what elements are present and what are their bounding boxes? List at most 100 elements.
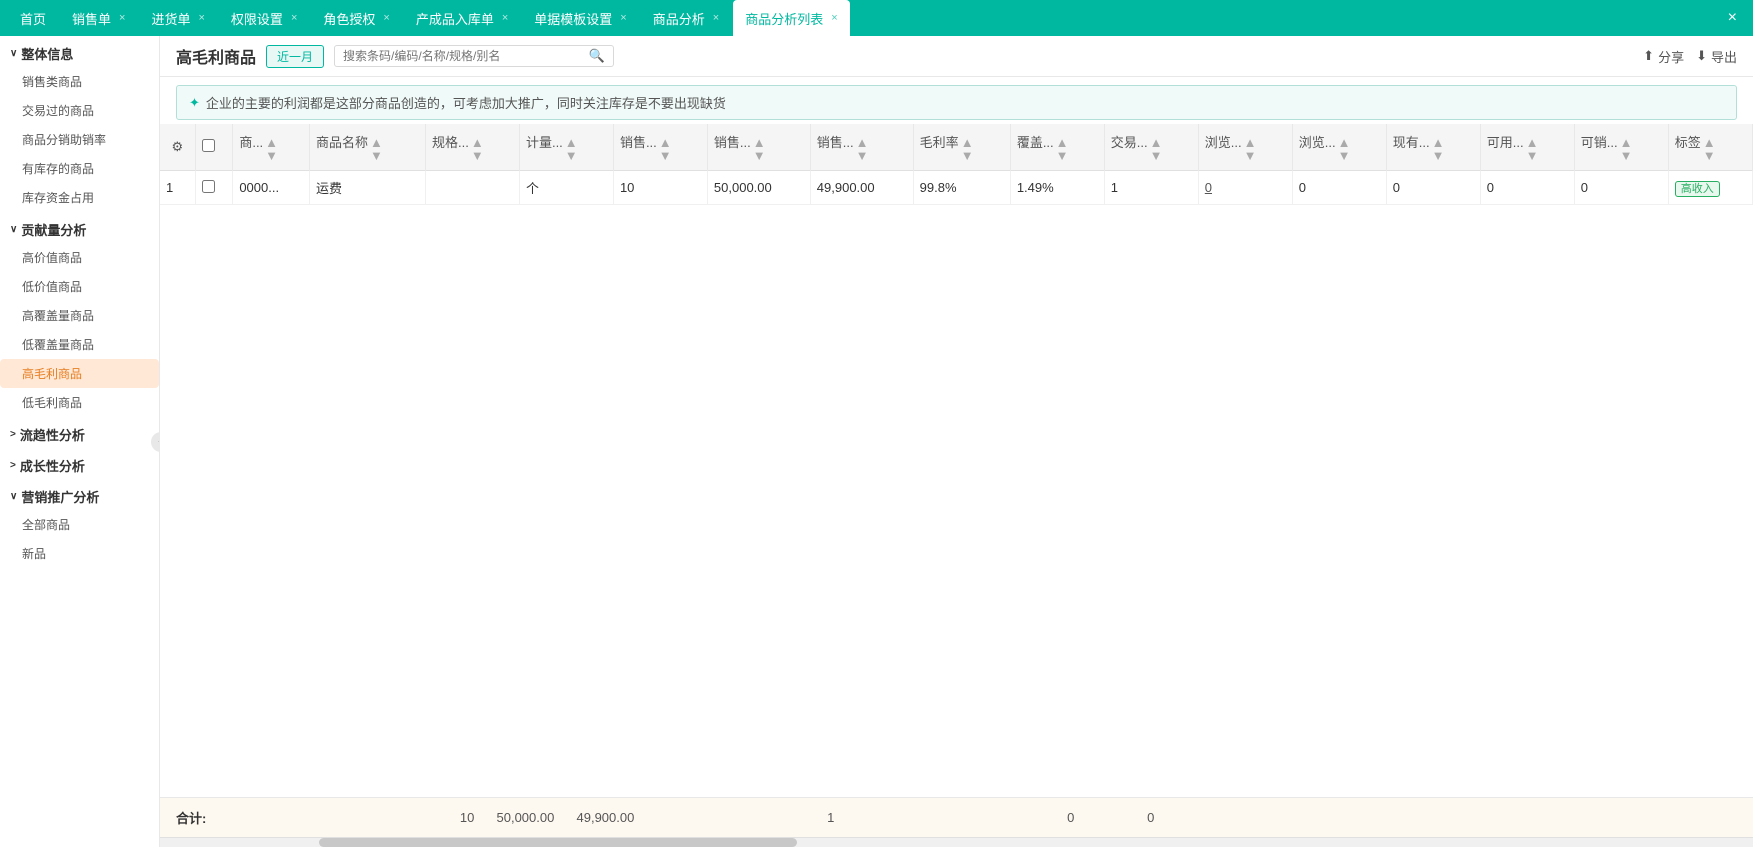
group-arrow-1: ∨	[10, 224, 17, 235]
group-arrow-0: ∨	[10, 48, 17, 59]
sidebar-group-2[interactable]: >流趋性分析	[0, 417, 159, 448]
column-header-sellable[interactable]: 可销...▲▼	[1574, 124, 1668, 171]
nav-tab-7[interactable]: 商品分析×	[641, 0, 731, 36]
sidebar-item-1-0[interactable]: 高价值商品	[0, 243, 159, 272]
nav-tab-close-5[interactable]: ×	[502, 12, 508, 24]
tag-badge: 高收入	[1675, 181, 1720, 197]
nav-tab-close-2[interactable]: ×	[198, 12, 204, 24]
cell-gross_margin: 99.8%	[913, 171, 1010, 205]
nav-tab-4[interactable]: 角色授权×	[311, 0, 401, 36]
sidebar: « ∨整体信息销售类商品交易过的商品商品分销助销率有库存的商品库存资金占用∨贡献…	[0, 36, 160, 847]
nav-tab-close-1[interactable]: ×	[119, 12, 125, 24]
footer-summary: 合计: 10 50,000.00 49,900.00 1 0 0	[160, 797, 1753, 837]
sidebar-item-0-3[interactable]: 有库存的商品	[0, 154, 159, 183]
nav-tab-0[interactable]: 首页	[8, 0, 58, 36]
column-header-settings[interactable]: ⚙	[160, 124, 195, 171]
row-checkbox[interactable]	[202, 180, 215, 193]
nav-tab-3[interactable]: 权限设置×	[219, 0, 309, 36]
summary-available: 0	[1082, 810, 1162, 825]
column-header-unit[interactable]: 计量...▲▼	[519, 124, 613, 171]
window-close-button[interactable]: ×	[1720, 9, 1745, 27]
cell-current_stock: 0	[1386, 171, 1480, 205]
summary-transaction: 1	[762, 810, 842, 825]
column-header-tag[interactable]: 标签▲▼	[1668, 124, 1752, 171]
cell-available: 0	[1480, 171, 1574, 205]
info-icon: ✦	[189, 95, 200, 111]
sidebar-item-0-2[interactable]: 商品分销助销率	[0, 125, 159, 154]
column-header-code[interactable]: 商...▲▼	[233, 124, 310, 171]
cell-checkbox	[195, 171, 233, 205]
cell-sales_qty: 10	[613, 171, 707, 205]
column-header-sales_profit[interactable]: 销售...▲▼	[810, 124, 913, 171]
cell-sales_amt: 50,000.00	[707, 171, 810, 205]
sidebar-item-1-3[interactable]: 低覆盖量商品	[0, 330, 159, 359]
column-header-name[interactable]: 商品名称▲▼	[309, 124, 425, 171]
column-header-sales_amt[interactable]: 销售...▲▼	[707, 124, 810, 171]
cell-spec	[425, 171, 519, 205]
sidebar-item-4-0[interactable]: 全部商品	[0, 510, 159, 539]
sidebar-group-3[interactable]: >成长性分析	[0, 448, 159, 479]
export-icon: ⬇	[1696, 48, 1707, 64]
group-arrow-2: >	[10, 429, 16, 440]
share-icon: ⬆	[1643, 48, 1654, 64]
column-header-checkbox[interactable]	[195, 124, 233, 171]
header-actions: ⬆ 分享 ⬇ 导出	[1643, 47, 1737, 66]
filter-recent-month-button[interactable]: 近一月	[266, 45, 324, 68]
sidebar-item-0-0[interactable]: 销售类商品	[0, 67, 159, 96]
column-header-browse1[interactable]: 浏览...▲▼	[1198, 124, 1292, 171]
cell-index: 1	[160, 171, 195, 205]
settings-icon[interactable]: ⚙	[171, 139, 183, 154]
column-header-transaction[interactable]: 交易...▲▼	[1104, 124, 1198, 171]
cell-tag: 高收入	[1668, 171, 1752, 205]
sidebar-item-4-1[interactable]: 新品	[0, 539, 159, 568]
column-header-coverage[interactable]: 覆盖...▲▼	[1010, 124, 1104, 171]
select-all-checkbox[interactable]	[202, 139, 215, 152]
sidebar-item-1-2[interactable]: 高覆盖量商品	[0, 301, 159, 330]
column-header-current_stock[interactable]: 现有...▲▼	[1386, 124, 1480, 171]
group-arrow-4: ∨	[10, 491, 17, 502]
nav-tab-close-3[interactable]: ×	[291, 12, 297, 24]
sidebar-item-1-5[interactable]: 低毛利商品	[0, 388, 159, 417]
column-header-available[interactable]: 可用...▲▼	[1480, 124, 1574, 171]
cell-transaction: 1	[1104, 171, 1198, 205]
search-icon[interactable]: 🔍	[589, 48, 605, 64]
sidebar-item-1-1[interactable]: 低价值商品	[0, 272, 159, 301]
column-header-gross_margin[interactable]: 毛利率▲▼	[913, 124, 1010, 171]
search-box: 🔍	[334, 45, 614, 67]
group-arrow-3: >	[10, 460, 16, 471]
nav-tab-2[interactable]: 进货单×	[139, 0, 216, 36]
nav-tab-1[interactable]: 销售单×	[60, 0, 137, 36]
column-header-browse2[interactable]: 浏览...▲▼	[1292, 124, 1386, 171]
sidebar-item-1-4[interactable]: 高毛利商品	[0, 359, 159, 388]
nav-tab-close-4[interactable]: ×	[383, 12, 389, 24]
nav-tab-8[interactable]: 商品分析列表×	[733, 0, 849, 36]
page-title: 高毛利商品	[176, 44, 256, 68]
info-banner: ✦ 企业的主要的利润都是这部分商品创造的，可考虑加大推广，同时关注库存是不要出现…	[176, 85, 1737, 120]
share-button[interactable]: ⬆ 分享	[1643, 47, 1684, 66]
summary-sales-profit: 49,900.00	[562, 810, 642, 825]
nav-tab-6[interactable]: 单据模板设置×	[522, 0, 638, 36]
nav-tab-close-6[interactable]: ×	[620, 12, 626, 24]
top-navigation: 首页销售单×进货单×权限设置×角色授权×产成品入库单×单据模板设置×商品分析×商…	[0, 0, 1753, 36]
nav-tab-close-8[interactable]: ×	[831, 12, 837, 24]
sidebar-item-0-4[interactable]: 库存资金占用	[0, 183, 159, 212]
sidebar-group-1[interactable]: ∨贡献量分析	[0, 212, 159, 243]
table-row: 10000...运费个1050,000.0049,900.0099.8%1.49…	[160, 171, 1753, 205]
summary-current-stock: 0	[1002, 810, 1082, 825]
sidebar-group-4[interactable]: ∨营销推广分析	[0, 479, 159, 510]
nav-tab-close-7[interactable]: ×	[713, 12, 719, 24]
scrollbar-thumb[interactable]	[319, 838, 797, 847]
column-header-sales_qty[interactable]: 销售...▲▼	[613, 124, 707, 171]
cell-browse1: 0	[1198, 171, 1292, 205]
export-button[interactable]: ⬇ 导出	[1696, 47, 1737, 66]
content-area: 高毛利商品 近一月 🔍 ⬆ 分享 ⬇ 导出 ✦ 企业的主要的利润都是这部分商品创…	[160, 36, 1753, 847]
main-layout: « ∨整体信息销售类商品交易过的商品商品分销助销率有库存的商品库存资金占用∨贡献…	[0, 36, 1753, 847]
horizontal-scrollbar[interactable]	[160, 837, 1753, 847]
search-input[interactable]	[343, 49, 589, 63]
sidebar-group-0[interactable]: ∨整体信息	[0, 36, 159, 67]
nav-tab-5[interactable]: 产成品入库单×	[404, 0, 520, 36]
content-header: 高毛利商品 近一月 🔍 ⬆ 分享 ⬇ 导出	[160, 36, 1753, 77]
sidebar-item-0-1[interactable]: 交易过的商品	[0, 96, 159, 125]
browse-link[interactable]: 0	[1205, 180, 1212, 195]
column-header-spec[interactable]: 规格...▲▼	[425, 124, 519, 171]
